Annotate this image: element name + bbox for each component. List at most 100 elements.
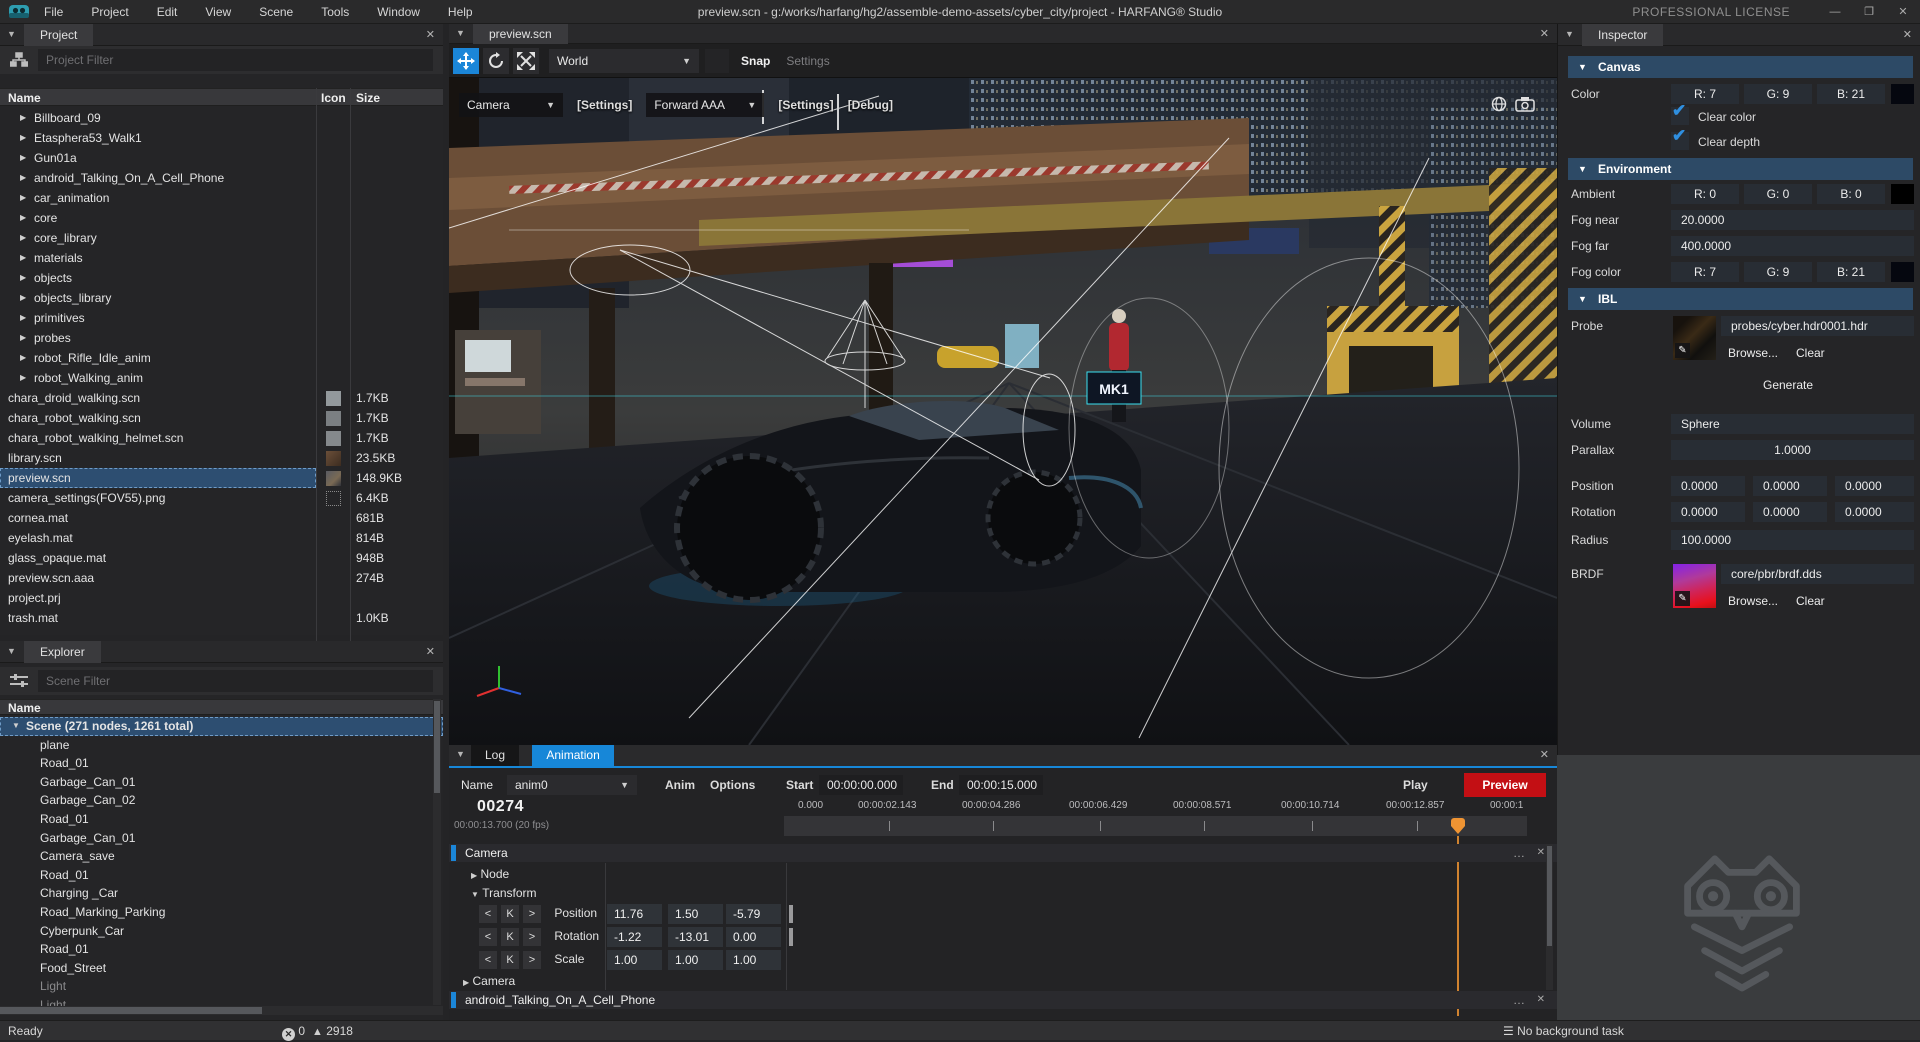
menu-edit[interactable]: Edit [143,0,192,24]
canvas-color-b-field[interactable]: B: 21 [1817,84,1885,104]
collapse-arrow-icon[interactable]: ▼ [1578,56,1587,78]
expand-arrow-icon[interactable]: ▶ [20,268,34,288]
column-icon[interactable]: Icon [321,89,346,107]
scene-node[interactable]: Food_Street [0,959,443,978]
snap-button[interactable]: Snap [741,54,770,68]
scene-node[interactable]: Road_01 [0,866,443,885]
fog-near-field[interactable]: 20.0000 [1671,210,1914,230]
expand-arrow-icon[interactable]: ▶ [20,328,34,348]
expand-arrow-icon[interactable]: ▶ [20,188,34,208]
project-folder[interactable]: ▶Billboard_09 [0,108,443,128]
fog-color-r-field[interactable]: R: 7 [1671,262,1739,282]
tab-inspector[interactable]: Inspector [1582,24,1663,46]
rotation-x-field[interactable]: -1.22 [607,927,662,947]
tab-explorer[interactable]: Explorer [24,641,101,663]
panel-menu-icon[interactable]: ▼ [7,29,16,39]
close-inspector-icon[interactable]: ✕ [1903,28,1912,41]
project-folder[interactable]: ▶objects_library [0,288,443,308]
android-track-header[interactable]: android_Talking_On_A_Cell_Phone … ✕ [449,991,1557,1009]
tab-project[interactable]: Project [24,24,93,46]
project-folder[interactable]: ▶probes [0,328,443,348]
ibl-rotation-x[interactable]: 0.0000 [1671,502,1745,522]
rotate-tool-button[interactable] [483,48,509,74]
rotation-z-field[interactable]: 0.00 [726,927,781,947]
radius-field[interactable]: 100.0000 [1671,530,1914,550]
transform-track-row[interactable]: ▼ Transform [471,884,537,903]
maximize-button[interactable]: ❐ [1852,0,1886,24]
expand-arrow-icon[interactable]: ▶ [20,148,34,168]
expand-arrow-icon[interactable]: ▶ [20,108,34,128]
snap-value-box[interactable] [705,49,729,73]
ibl-rotation-z[interactable]: 0.0000 [1835,502,1914,522]
project-file[interactable]: preview.scn.aaa274B [0,568,443,588]
canvas-color-swatch[interactable] [1891,84,1914,104]
expand-arrow-icon[interactable]: ▶ [20,228,34,248]
scene-node[interactable]: Road_01 [0,754,443,773]
scale-tool-button[interactable] [513,48,539,74]
expand-arrow-icon[interactable]: ▶ [20,168,34,188]
project-folder[interactable]: ▶materials [0,248,443,268]
project-folder[interactable]: ▶android_Talking_On_A_Cell_Phone [0,168,443,188]
close-window-button[interactable]: ✕ [1886,0,1920,24]
position-z-field[interactable]: -5.79 [726,904,781,924]
render-probe-icon[interactable] [1489,96,1509,112]
expand-arrow-icon[interactable]: ▶ [20,208,34,228]
expand-arrow-icon[interactable]: ▶ [463,978,469,987]
position-x-field[interactable]: 11.76 [607,904,662,924]
scene-node[interactable]: Road_01 [0,940,443,959]
clear-color-checkbox[interactable]: ✔ [1671,107,1689,125]
screenshot-camera-icon[interactable] [1515,96,1535,112]
track-more-button[interactable]: … [1513,844,1525,862]
collapse-arrow-icon[interactable]: ▼ [1578,288,1587,310]
canvas-section-header[interactable]: ▼Canvas [1568,56,1913,78]
generate-button[interactable]: Generate [1763,376,1813,394]
node-track-row[interactable]: ▶ Node [471,865,509,884]
menu-file[interactable]: File [30,0,77,24]
project-file-selected[interactable]: preview.scn148.9KB [0,468,443,488]
camera-child-track-row[interactable]: ▶ Camera [463,972,515,991]
track-more-button[interactable]: … [1513,991,1525,1009]
panel-menu-icon[interactable]: ▼ [456,28,465,38]
close-viewport-icon[interactable]: ✕ [1540,27,1549,40]
anim-select-dropdown[interactable]: anim0▼ [507,775,637,795]
camera-track-header[interactable]: Camera … ✕ [449,844,1557,862]
menu-scene[interactable]: Scene [245,0,307,24]
error-counter[interactable]: ✕ 0 [282,1021,305,1041]
close-project-panel-icon[interactable]: ✕ [426,28,435,41]
close-animation-panel-icon[interactable]: ✕ [1540,748,1549,761]
environment-section-header[interactable]: ▼Environment [1568,158,1913,180]
project-file[interactable]: project.prj [0,588,443,608]
scale-z-field[interactable]: 1.00 [726,950,781,970]
scene-node[interactable]: Road_Marking_Parking [0,903,443,922]
probe-browse-button[interactable]: Browse... [1728,344,1778,362]
collapse-arrow-icon[interactable]: ▼ [1578,158,1587,180]
column-name[interactable]: Name [8,700,41,716]
expand-arrow-icon[interactable]: ▼ [12,717,26,736]
menu-window[interactable]: Window [363,0,434,24]
brdf-browse-button[interactable]: Browse... [1728,592,1778,610]
ambient-r-field[interactable]: R: 0 [1671,184,1739,204]
vertical-scrollbar[interactable] [433,699,441,1005]
prev-key-button[interactable]: < [479,928,497,946]
next-key-button[interactable]: > [523,928,541,946]
canvas-color-g-field[interactable]: G: 9 [1744,84,1812,104]
column-size[interactable]: Size [356,89,380,107]
tracks-vertical-scrollbar[interactable] [1546,844,1553,990]
expand-arrow-icon[interactable]: ▶ [20,348,34,368]
scale-x-field[interactable]: 1.00 [607,950,662,970]
scene-node[interactable]: Garbage_Can_01 [0,773,443,792]
play-button[interactable]: Play [1403,775,1428,795]
options-button[interactable]: Options [710,775,755,795]
project-file[interactable]: eyelash.mat814B [0,528,443,548]
project-file[interactable]: chara_robot_walking.scn1.7KB [0,408,443,428]
position-y-field[interactable]: 1.50 [668,904,723,924]
tab-log[interactable]: Log [471,745,519,766]
prev-key-button[interactable]: < [479,951,497,969]
close-explorer-panel-icon[interactable]: ✕ [426,645,435,658]
fog-color-g-field[interactable]: G: 9 [1744,262,1812,282]
rotation-channel-row[interactable]: <K> Rotation [479,927,599,946]
menu-help[interactable]: Help [434,0,487,24]
project-file[interactable]: chara_droid_walking.scn1.7KB [0,388,443,408]
set-key-button[interactable]: K [501,928,519,946]
project-filter-input[interactable] [38,49,433,71]
